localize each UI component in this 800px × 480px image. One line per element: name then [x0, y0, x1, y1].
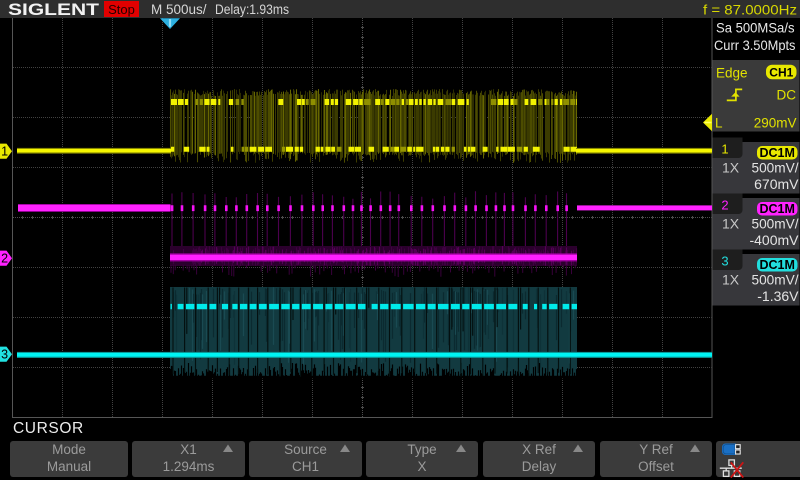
- svg-text:1: 1: [1, 145, 8, 159]
- svg-text:2: 2: [1, 252, 8, 266]
- svg-text:Sa 500MSa/s: Sa 500MSa/s: [716, 20, 795, 36]
- svg-text:CURSOR: CURSOR: [13, 420, 84, 437]
- svg-text:1X: 1X: [722, 216, 740, 232]
- svg-text:1: 1: [721, 142, 728, 157]
- svg-text:X Ref: X Ref: [522, 442, 556, 457]
- svg-text:Manual: Manual: [47, 459, 91, 474]
- svg-text:CH1: CH1: [769, 65, 793, 79]
- svg-text:SIGLENT: SIGLENT: [8, 0, 100, 19]
- svg-text:500mV/: 500mV/: [752, 160, 799, 176]
- svg-text:Curr 3.50Mpts: Curr 3.50Mpts: [714, 37, 796, 53]
- svg-text:DC1M: DC1M: [759, 258, 794, 272]
- svg-text:500mV/: 500mV/: [752, 272, 799, 288]
- svg-text:670mV: 670mV: [754, 176, 799, 192]
- svg-text:Stop: Stop: [108, 2, 135, 17]
- svg-text:Delay:1.93ms: Delay:1.93ms: [215, 2, 289, 17]
- svg-text:DC1M: DC1M: [759, 202, 794, 216]
- svg-text:CH1: CH1: [292, 459, 319, 474]
- svg-text:2: 2: [721, 198, 728, 213]
- svg-text:Type: Type: [407, 442, 436, 457]
- svg-text:1X: 1X: [722, 272, 740, 288]
- svg-text:Delay: Delay: [522, 459, 557, 474]
- svg-text:Source: Source: [284, 442, 327, 457]
- svg-text:-400mV: -400mV: [749, 232, 799, 248]
- svg-text:X1: X1: [180, 442, 197, 457]
- svg-text:Mode: Mode: [52, 442, 86, 457]
- svg-text:3: 3: [721, 254, 728, 269]
- svg-text:M 500us/: M 500us/: [151, 2, 207, 17]
- svg-text:DC1M: DC1M: [759, 146, 794, 160]
- svg-text:X: X: [417, 459, 426, 474]
- svg-text:L: L: [715, 116, 723, 131]
- svg-text:290mV: 290mV: [754, 116, 797, 131]
- svg-text:1.294ms: 1.294ms: [163, 459, 215, 474]
- svg-text:Y Ref: Y Ref: [639, 442, 673, 457]
- svg-text:Edge: Edge: [716, 66, 748, 81]
- svg-text:DC: DC: [777, 88, 797, 103]
- svg-text:3: 3: [1, 348, 8, 362]
- svg-text:Offset: Offset: [638, 459, 674, 474]
- svg-text:1X: 1X: [722, 160, 740, 176]
- svg-text:-1.36V: -1.36V: [757, 288, 799, 304]
- svg-text:f = 87.0000Hz: f = 87.0000Hz: [703, 2, 797, 18]
- svg-text:500mV/: 500mV/: [752, 216, 799, 232]
